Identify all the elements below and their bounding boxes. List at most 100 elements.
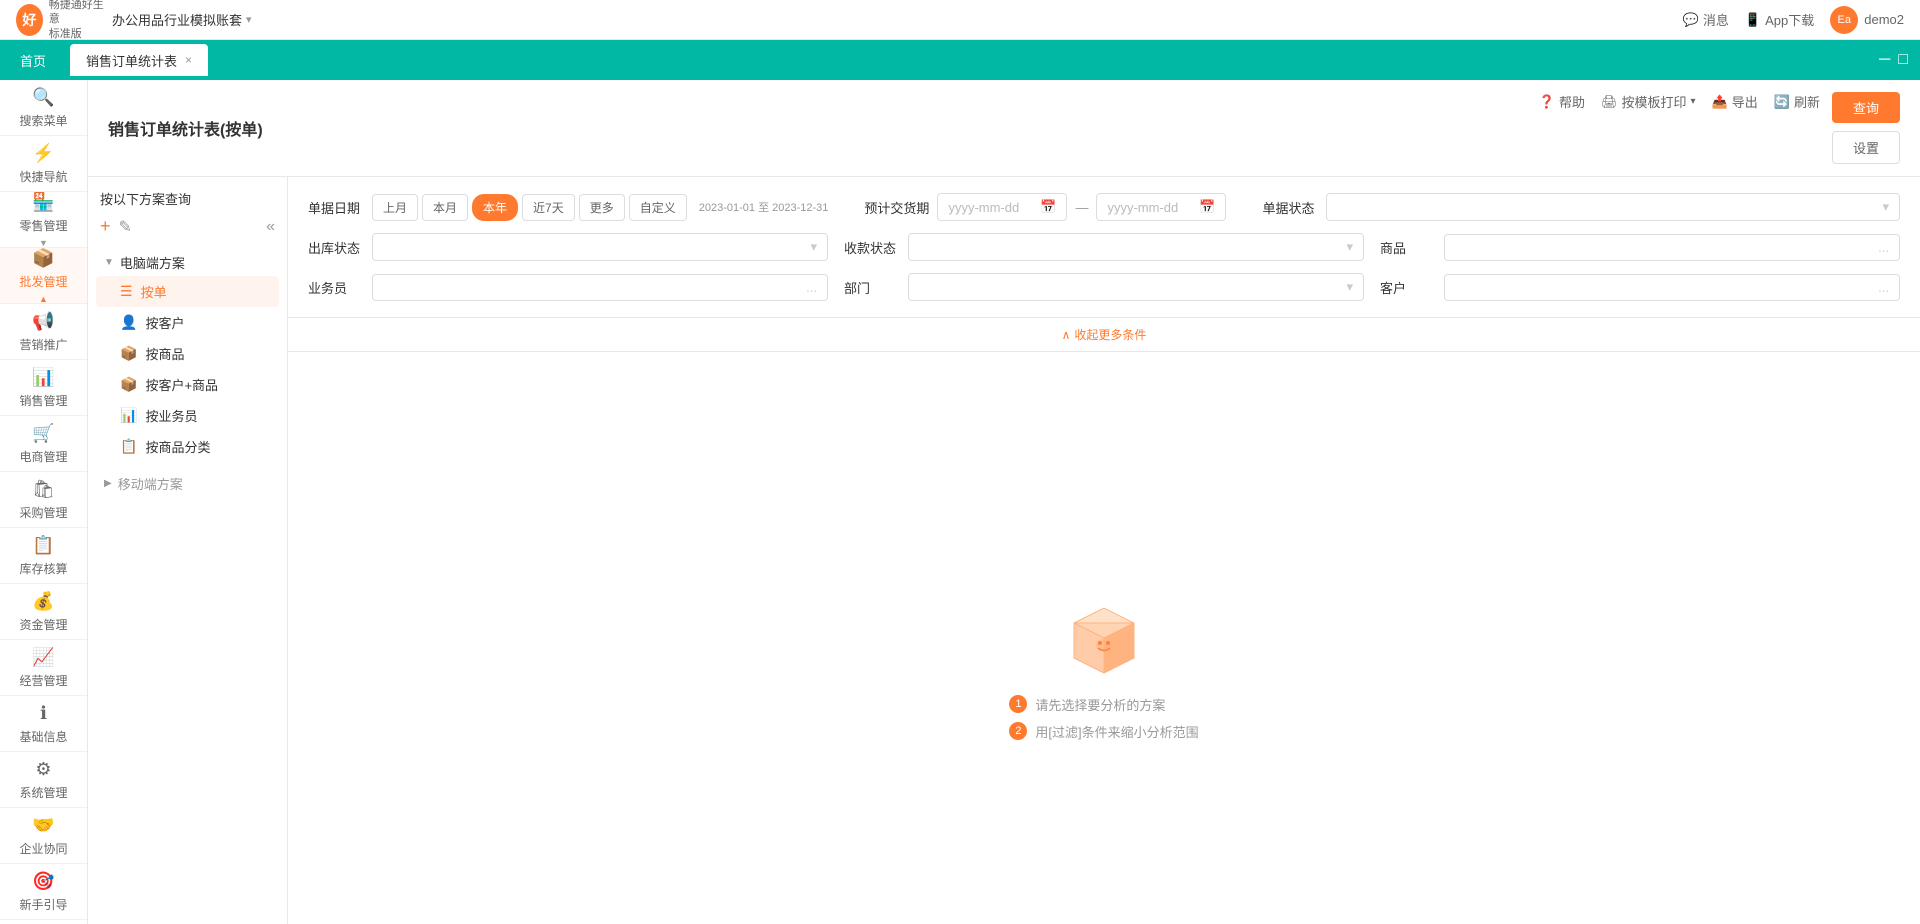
status-label: 单据状态 bbox=[1262, 198, 1318, 217]
plan-item-by-goods[interactable]: 📦 按商品 bbox=[96, 338, 279, 369]
shipping-dropdown-icon: ▾ bbox=[810, 239, 817, 255]
filter-predicted-date: 预计交货期 yyyy-mm-dd 📅 — yyyy-mm-dd 📅 bbox=[864, 193, 1226, 221]
tab-home[interactable]: 首页 bbox=[0, 40, 66, 80]
plan-item-by-order[interactable]: ☰ 按单 bbox=[96, 276, 279, 307]
tab-sales-order[interactable]: 销售订单统计表 × bbox=[70, 44, 208, 76]
set-button[interactable]: 设置 bbox=[1832, 131, 1900, 164]
payment-select[interactable]: ▾ bbox=[908, 233, 1364, 261]
empty-state: 1 请先选择要分析的方案 2 用[过滤]条件来缩小分析范围 bbox=[288, 352, 1920, 924]
collapse-icon: ∧ bbox=[1062, 328, 1071, 342]
dept-select[interactable]: ▾ bbox=[908, 273, 1364, 301]
tab-maximize-btn[interactable]: □ bbox=[1898, 51, 1908, 69]
inventory-icon: 📋 bbox=[32, 535, 54, 556]
plan-item-by-customer-goods[interactable]: 📦 按客户+商品 bbox=[96, 369, 279, 400]
shipping-label: 出库状态 bbox=[308, 238, 364, 257]
retail-icon: 🏪 bbox=[32, 192, 54, 213]
tab-minimize-btn[interactable]: ─ bbox=[1879, 51, 1890, 69]
edit-plan-btn[interactable]: ✎ bbox=[119, 217, 132, 237]
print-icon: 🖨 bbox=[1601, 94, 1618, 110]
logo-area: 好 畅捷通好生意 标准版 bbox=[16, 0, 104, 41]
collapse-panel-btn[interactable]: « bbox=[266, 218, 275, 236]
step-num-1: 1 bbox=[1009, 695, 1027, 713]
user-profile[interactable]: Ea demo2 bbox=[1830, 6, 1904, 34]
quick-this-month[interactable]: 本月 bbox=[422, 194, 468, 221]
content-area: 按以下方案查询 + ✎ « ▼ 电脑端方案 ☰ 按单 bbox=[88, 177, 1920, 924]
plan-item-by-category[interactable]: 📋 按商品分类 bbox=[96, 431, 279, 462]
sales-icon: 📊 bbox=[32, 367, 54, 388]
plan-item-by-customer[interactable]: 👤 按客户 bbox=[96, 307, 279, 338]
customer-select[interactable]: ... bbox=[1444, 274, 1900, 301]
add-plan-btn[interactable]: + bbox=[100, 216, 111, 237]
wholesale-icon: 📦 bbox=[32, 248, 54, 269]
mobile-section[interactable]: ▶ 移动端方案 bbox=[96, 470, 279, 497]
quick-last-month[interactable]: 上月 bbox=[372, 194, 418, 221]
sidebar-item-system[interactable]: ⚙ 系统管理 bbox=[0, 752, 87, 808]
guide-icon: 🎯 bbox=[32, 871, 54, 892]
date-label: 单据日期 bbox=[308, 198, 364, 217]
empty-step-1: 1 请先选择要分析的方案 bbox=[1009, 695, 1198, 714]
export-btn[interactable]: 📤 导出 bbox=[1712, 92, 1758, 111]
sidebar-item-app-center[interactable]: 🔲 应用中心 bbox=[0, 920, 87, 924]
tab-bar: 首页 销售订单统计表 × ─ □ bbox=[0, 40, 1920, 80]
empty-step-2: 2 用[过滤]条件来缩小分析范围 bbox=[1009, 722, 1198, 741]
refresh-btn[interactable]: 🔄 刷新 bbox=[1774, 92, 1820, 111]
plan-item-by-salesperson[interactable]: 📊 按业务员 bbox=[96, 400, 279, 431]
tab-close-btn[interactable]: × bbox=[185, 53, 192, 67]
filter-shipping: 出库状态 ▾ bbox=[308, 233, 828, 261]
quick-more[interactable]: 更多 bbox=[579, 194, 625, 221]
predicted-date-end[interactable]: yyyy-mm-dd 📅 bbox=[1096, 193, 1226, 221]
right-panel: 单据日期 上月 本月 本年 近7天 更多 自定义 2023-01-01 至 20… bbox=[288, 177, 1920, 924]
sidebar-item-retail[interactable]: 🏪 零售管理 ▼ bbox=[0, 192, 87, 248]
message-btn[interactable]: 💬 消息 bbox=[1683, 10, 1729, 29]
sidebar-item-search[interactable]: 🔍 搜索菜单 bbox=[0, 80, 87, 136]
sidebar-item-management[interactable]: 📈 经营管理 bbox=[0, 640, 87, 696]
sidebar-item-sales[interactable]: 📊 销售管理 bbox=[0, 360, 87, 416]
plan-icon-customer: 👤 bbox=[120, 314, 137, 331]
goods-select[interactable]: ... bbox=[1444, 234, 1900, 261]
top-bar-left: 好 畅捷通好生意 标准版 办公用品行业模拟账套 ▾ bbox=[16, 0, 252, 41]
print-btn[interactable]: 🖨 按模板打印 ▾ bbox=[1601, 92, 1696, 111]
app-title[interactable]: 办公用品行业模拟账套 ▾ bbox=[112, 10, 252, 29]
sidebar-item-purchase[interactable]: 🛍 采购管理 bbox=[0, 472, 87, 528]
logo-icon: 好 bbox=[16, 4, 43, 36]
sidebar: 🔍 搜索菜单 ⚡ 快捷导航 🏪 零售管理 ▼ 📦 批发管理 ▲ 📢 营销推广 📊… bbox=[0, 80, 88, 924]
sidebar-item-basic-info[interactable]: ℹ 基础信息 bbox=[0, 696, 87, 752]
sidebar-item-quick-nav[interactable]: ⚡ 快捷导航 bbox=[0, 136, 87, 192]
plan-icon-salesperson: 📊 bbox=[120, 407, 137, 424]
filter-row-date: 单据日期 上月 本月 本年 近7天 更多 自定义 2023-01-01 至 20… bbox=[308, 193, 1900, 221]
filter-status: 单据状态 ▾ bbox=[1262, 193, 1900, 221]
sidebar-item-cooperation[interactable]: 🤝 企业协同 bbox=[0, 808, 87, 864]
filter-goods: 商品 ... bbox=[1380, 234, 1900, 261]
shipping-select[interactable]: ▾ bbox=[372, 233, 828, 261]
refresh-icon: 🔄 bbox=[1774, 94, 1790, 110]
status-select[interactable]: ▾ bbox=[1326, 193, 1900, 221]
page-title: 销售订单统计表(按单) bbox=[108, 116, 263, 140]
customer-label: 客户 bbox=[1380, 278, 1436, 297]
calendar-end-icon: 📅 bbox=[1199, 199, 1215, 215]
sidebar-item-inventory[interactable]: 📋 库存核算 bbox=[0, 528, 87, 584]
customer-more-icon[interactable]: ... bbox=[1878, 280, 1889, 295]
query-button[interactable]: 查询 bbox=[1832, 92, 1900, 123]
collapse-more-btn[interactable]: ∧ 收起更多条件 bbox=[288, 318, 1920, 352]
sidebar-item-ecommerce[interactable]: 🛒 电商管理 bbox=[0, 416, 87, 472]
quick-nav-icon: ⚡ bbox=[32, 143, 54, 164]
pc-section-title[interactable]: ▼ 电脑端方案 bbox=[96, 249, 279, 276]
app-download-btn[interactable]: 📱 App下载 bbox=[1745, 10, 1814, 29]
sidebar-item-guide[interactable]: 🎯 新手引导 bbox=[0, 864, 87, 920]
salesperson-select[interactable]: ... bbox=[372, 274, 828, 301]
help-btn[interactable]: ❓ 帮助 bbox=[1539, 92, 1585, 111]
goods-more-icon[interactable]: ... bbox=[1878, 240, 1889, 255]
predicted-date-start[interactable]: yyyy-mm-dd 📅 bbox=[937, 193, 1067, 221]
sidebar-item-wholesale[interactable]: 📦 批发管理 ▲ bbox=[0, 248, 87, 304]
purchase-icon: 🛍 bbox=[32, 479, 55, 500]
sidebar-item-marketing[interactable]: 📢 营销推广 bbox=[0, 304, 87, 360]
salesperson-label: 业务员 bbox=[308, 278, 364, 297]
sidebar-item-finance[interactable]: 💰 资金管理 bbox=[0, 584, 87, 640]
download-icon: 📱 bbox=[1745, 12, 1761, 28]
quick-this-year[interactable]: 本年 bbox=[472, 194, 518, 221]
salesperson-more-icon[interactable]: ... bbox=[806, 280, 817, 295]
quick-custom[interactable]: 自定义 bbox=[629, 194, 687, 221]
export-icon: 📤 bbox=[1712, 94, 1728, 110]
top-bar: 好 畅捷通好生意 标准版 办公用品行业模拟账套 ▾ 💬 消息 📱 App下载 E… bbox=[0, 0, 1920, 40]
quick-7days[interactable]: 近7天 bbox=[522, 194, 575, 221]
